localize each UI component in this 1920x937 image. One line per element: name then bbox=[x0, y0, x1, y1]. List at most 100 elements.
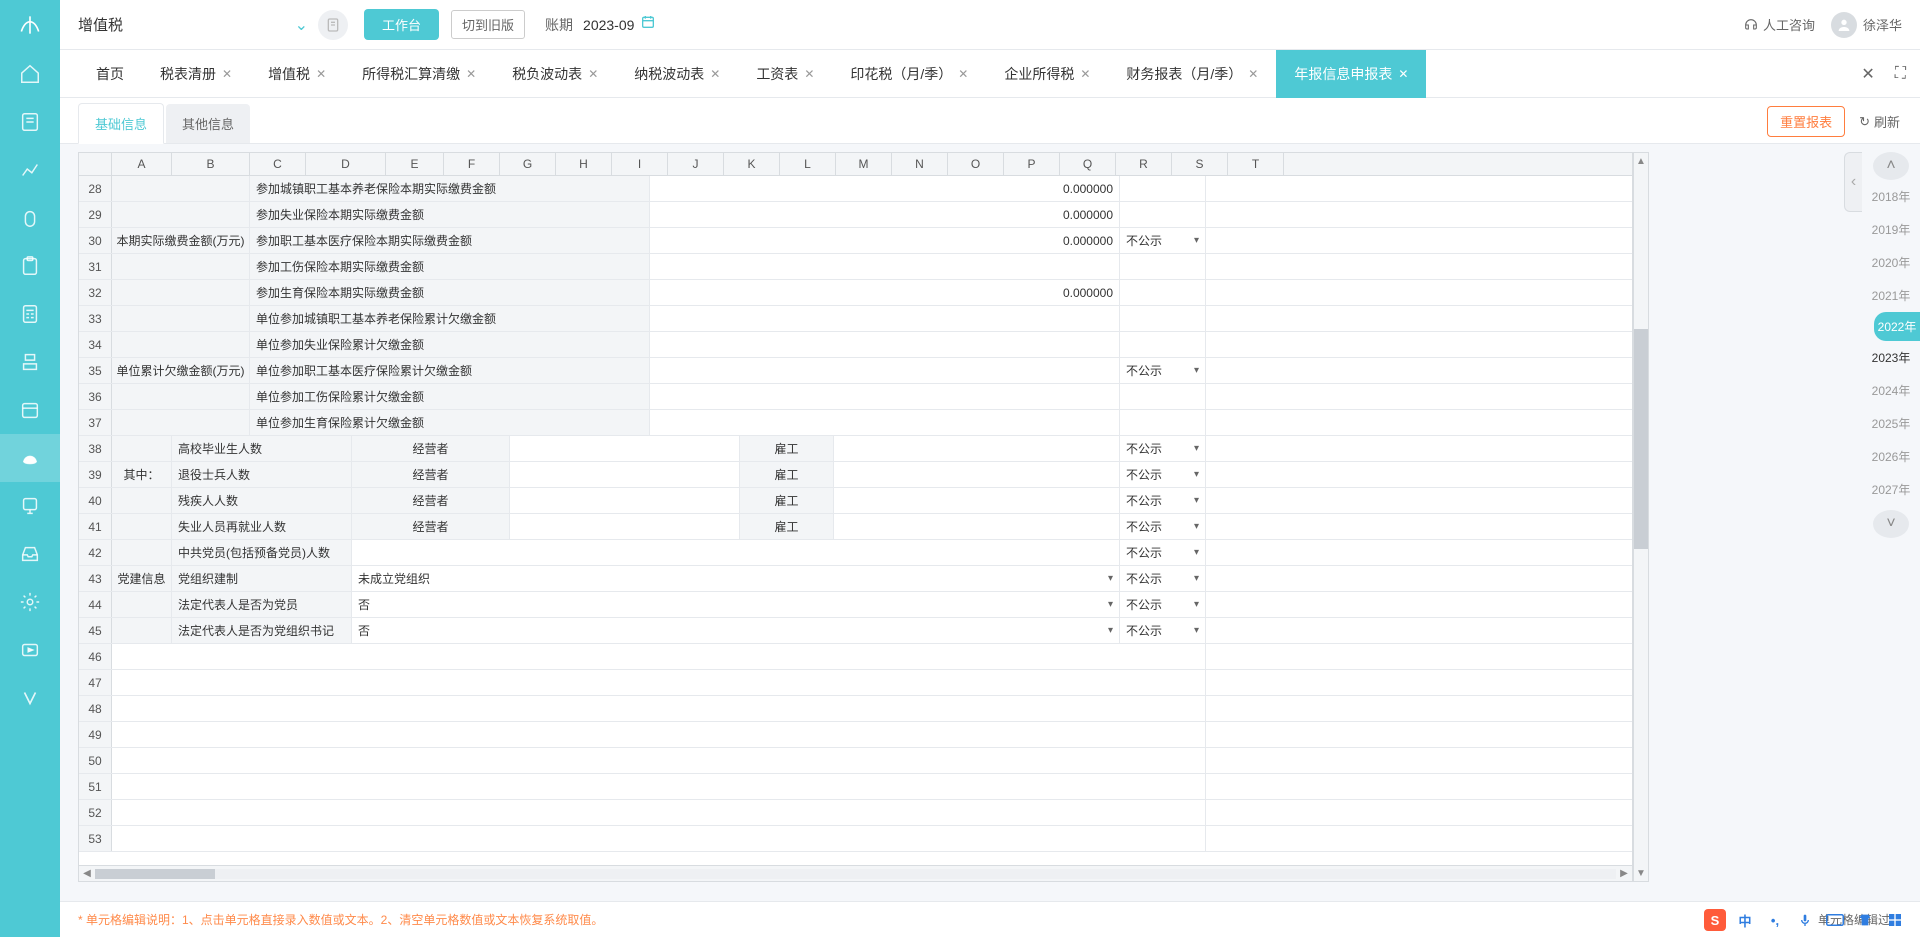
cell[interactable] bbox=[112, 774, 1206, 799]
cell[interactable]: 不公示 bbox=[1120, 488, 1206, 513]
nav-clipboard[interactable] bbox=[0, 242, 60, 290]
col-header-H[interactable]: H bbox=[556, 153, 612, 175]
nav-funds[interactable] bbox=[0, 194, 60, 242]
cell[interactable] bbox=[834, 462, 1120, 487]
year-option[interactable]: 2020年 bbox=[1862, 246, 1920, 279]
col-header-F[interactable]: F bbox=[444, 153, 500, 175]
row-header[interactable]: 28 bbox=[79, 176, 112, 201]
col-header-D[interactable]: D bbox=[306, 153, 386, 175]
ime-lang-icon[interactable]: 中 bbox=[1734, 909, 1756, 931]
cell[interactable] bbox=[650, 410, 1120, 435]
tab-close-icon[interactable]: ✕ bbox=[804, 67, 814, 81]
tab-10[interactable]: 年报信息申报表✕ bbox=[1276, 50, 1426, 98]
year-option[interactable]: 2027年 bbox=[1862, 473, 1920, 506]
refresh-button[interactable]: ↻ 刷新 bbox=[1859, 112, 1900, 131]
cell[interactable]: 未成立党组织 bbox=[352, 566, 1120, 591]
reset-report-button[interactable]: 重置报表 bbox=[1767, 106, 1845, 137]
select-all-corner[interactable] bbox=[79, 153, 112, 175]
calendar-icon[interactable] bbox=[640, 14, 656, 35]
col-header-B[interactable]: B bbox=[172, 153, 250, 175]
row-header[interactable]: 48 bbox=[79, 696, 112, 721]
cell[interactable]: 0.000000 bbox=[650, 176, 1120, 201]
scroll-left-icon[interactable]: ◀ bbox=[79, 868, 95, 879]
cell[interactable] bbox=[112, 800, 1206, 825]
cell[interactable] bbox=[510, 514, 740, 539]
nav-home[interactable] bbox=[0, 50, 60, 98]
cell[interactable] bbox=[650, 306, 1120, 331]
doc-icon-button[interactable] bbox=[318, 10, 348, 40]
user-menu[interactable]: 徐泽华 bbox=[1831, 12, 1902, 38]
tab-close-icon[interactable]: ✕ bbox=[958, 67, 968, 81]
tab-close-icon[interactable]: ✕ bbox=[466, 67, 476, 81]
year-option[interactable]: 2021年 bbox=[1862, 279, 1920, 312]
year-option[interactable]: 2019年 bbox=[1862, 213, 1920, 246]
scroll-up-icon[interactable]: ▲ bbox=[1634, 153, 1648, 169]
col-header-A[interactable]: A bbox=[112, 153, 172, 175]
cell[interactable] bbox=[112, 696, 1206, 721]
hscroll-thumb[interactable] bbox=[95, 869, 215, 879]
nav-inbox[interactable] bbox=[0, 530, 60, 578]
period-value[interactable]: 2023-09 bbox=[583, 17, 634, 33]
col-header-O[interactable]: O bbox=[948, 153, 1004, 175]
cell[interactable]: 0.000000 bbox=[650, 280, 1120, 305]
cell[interactable] bbox=[650, 254, 1120, 279]
module-dropdown[interactable]: 增值税 ⌄ bbox=[78, 14, 308, 35]
ime-toolbox-icon[interactable] bbox=[1884, 909, 1906, 931]
col-header-M[interactable]: M bbox=[836, 153, 892, 175]
cell[interactable]: 否 bbox=[352, 618, 1120, 643]
row-header[interactable]: 32 bbox=[79, 280, 112, 305]
tab-1[interactable]: 税表清册✕ bbox=[142, 50, 250, 98]
year-option[interactable]: 2025年 bbox=[1862, 407, 1920, 440]
tab-close-icon[interactable]: ✕ bbox=[1080, 67, 1090, 81]
scroll-right-icon[interactable]: ▶ bbox=[1616, 868, 1632, 879]
support-link[interactable]: 人工咨询 bbox=[1743, 15, 1815, 34]
cell[interactable] bbox=[510, 462, 740, 487]
tab-5[interactable]: 纳税波动表✕ bbox=[616, 50, 738, 98]
cell[interactable]: 否 bbox=[352, 592, 1120, 617]
ime-punct-icon[interactable]: •, bbox=[1764, 909, 1786, 931]
col-header-R[interactable]: R bbox=[1116, 153, 1172, 175]
cell[interactable]: 不公示 bbox=[1120, 566, 1206, 591]
nav-ledger[interactable] bbox=[0, 98, 60, 146]
row-header[interactable]: 50 bbox=[79, 748, 112, 773]
nav-calc[interactable] bbox=[0, 290, 60, 338]
year-scroll-down[interactable]: ˅ bbox=[1873, 510, 1909, 538]
nav-video[interactable] bbox=[0, 626, 60, 674]
tab-close-icon[interactable]: ✕ bbox=[316, 67, 326, 81]
row-header[interactable]: 41 bbox=[79, 514, 112, 539]
row-header[interactable]: 45 bbox=[79, 618, 112, 643]
row-header[interactable]: 29 bbox=[79, 202, 112, 227]
year-option[interactable]: 2023年 bbox=[1862, 341, 1920, 374]
col-header-T[interactable]: T bbox=[1228, 153, 1284, 175]
tab-6[interactable]: 工资表✕ bbox=[738, 50, 832, 98]
tab-9[interactable]: 财务报表（月/季）✕ bbox=[1108, 50, 1276, 98]
cell[interactable] bbox=[510, 488, 740, 513]
cell[interactable] bbox=[510, 436, 740, 461]
tab-close-icon[interactable]: ✕ bbox=[1398, 67, 1408, 81]
row-header[interactable]: 36 bbox=[79, 384, 112, 409]
row-header[interactable]: 47 bbox=[79, 670, 112, 695]
tab-close-icon[interactable]: ✕ bbox=[1248, 67, 1258, 81]
row-header[interactable]: 39 bbox=[79, 462, 112, 487]
row-header[interactable]: 31 bbox=[79, 254, 112, 279]
cell[interactable] bbox=[112, 670, 1206, 695]
cell[interactable]: 0.000000 bbox=[650, 228, 1120, 253]
col-header-C[interactable]: C bbox=[250, 153, 306, 175]
tab-0[interactable]: 首页 bbox=[78, 50, 142, 98]
row-header[interactable]: 49 bbox=[79, 722, 112, 747]
year-option[interactable]: 2024年 bbox=[1862, 374, 1920, 407]
ime-skin-icon[interactable] bbox=[1854, 909, 1876, 931]
nav-date[interactable] bbox=[0, 386, 60, 434]
col-header-S[interactable]: S bbox=[1172, 153, 1228, 175]
tab-4[interactable]: 税负波动表✕ bbox=[494, 50, 616, 98]
cell[interactable] bbox=[834, 488, 1120, 513]
ime-voice-icon[interactable] bbox=[1794, 909, 1816, 931]
col-header-L[interactable]: L bbox=[780, 153, 836, 175]
row-header[interactable]: 43 bbox=[79, 566, 112, 591]
year-option[interactable]: 2026年 bbox=[1862, 440, 1920, 473]
vertical-scrollbar[interactable]: ▲ ▼ bbox=[1633, 152, 1649, 882]
tab-3[interactable]: 所得税汇算清缴✕ bbox=[344, 50, 494, 98]
row-header[interactable]: 33 bbox=[79, 306, 112, 331]
year-scroll-up[interactable]: ˄ bbox=[1873, 152, 1909, 180]
nav-report[interactable] bbox=[0, 434, 60, 482]
